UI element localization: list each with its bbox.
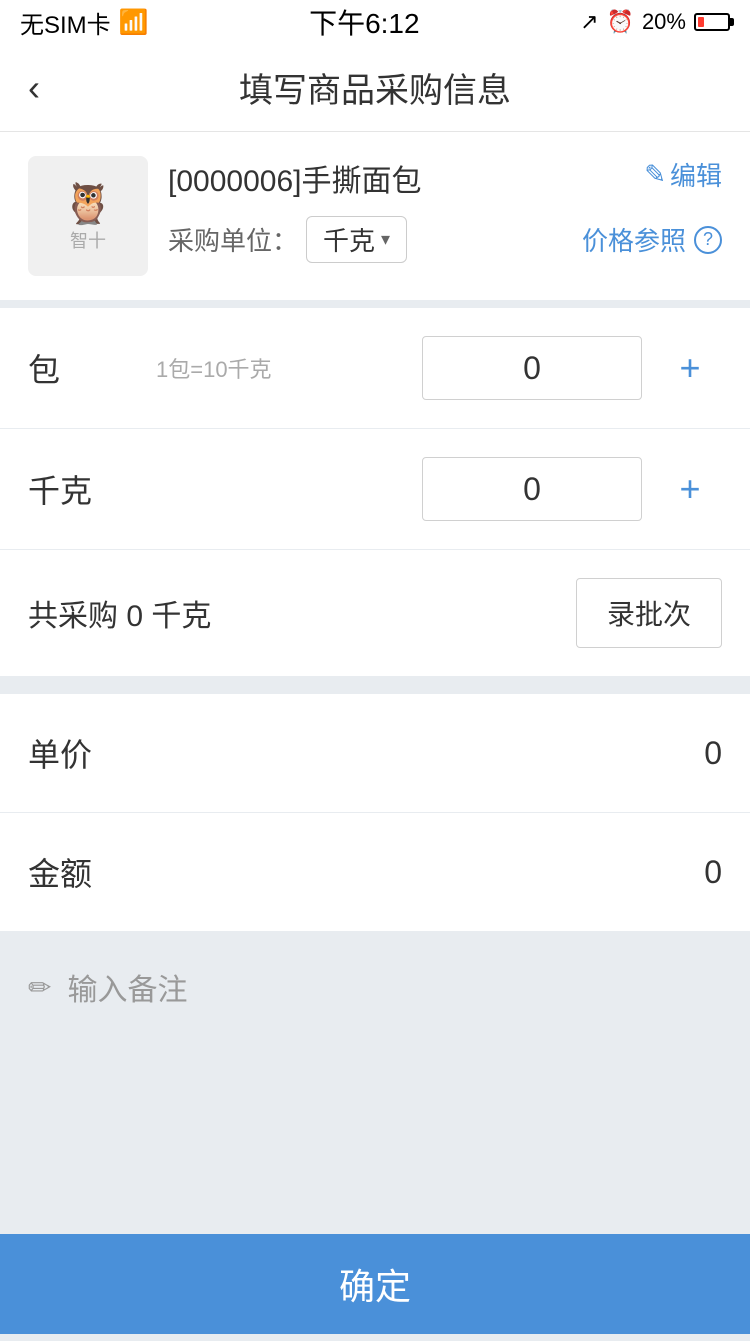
- status-time: 下午6:12: [309, 2, 420, 42]
- product-id: [0000006]: [168, 165, 301, 198]
- price-ref-button[interactable]: 价格参照 ?: [582, 221, 722, 258]
- confirm-bar[interactable]: 确定: [0, 1234, 750, 1334]
- amount-value: 0: [704, 854, 722, 891]
- kg-row: 千克 +: [0, 429, 750, 550]
- info-section: 单价 0 金额 0: [0, 694, 750, 931]
- price-ref-icon: ?: [694, 226, 722, 254]
- product-image-placeholder: 🦉 智十: [48, 176, 128, 256]
- status-right: ↗ ⏰ 20%: [580, 9, 730, 35]
- record-batch-button[interactable]: 录批次: [576, 578, 722, 648]
- brand-text: 智十: [70, 227, 106, 253]
- edit-label: 编辑: [670, 156, 722, 193]
- bao-label: 包: [28, 345, 148, 391]
- unit-selector-group: 采购单位： 千克 ▾: [168, 216, 407, 263]
- unit-price-value: 0: [704, 735, 722, 772]
- bao-row: 包 1包=10千克 +: [0, 308, 750, 429]
- amount-label: 金额: [28, 849, 92, 895]
- unit-price-row: 单价 0: [0, 694, 750, 813]
- alarm-icon: ⏰: [607, 9, 634, 35]
- product-title: 手撕面包: [301, 165, 421, 198]
- content-spacer: [0, 1041, 750, 1241]
- page-title: 填写商品采购信息: [239, 63, 511, 112]
- quantity-section: 包 1包=10千克 + 千克 + 共采购 0 千克 录批次: [0, 308, 750, 676]
- kg-input[interactable]: [422, 457, 642, 521]
- total-unit: 千克: [151, 600, 211, 633]
- main-content: 🦉 智十 [0000006]手撕面包 ✎ 编辑 采购单位： 千克: [0, 132, 750, 1341]
- price-ref-label: 价格参照: [582, 221, 686, 258]
- unit-dropdown-arrow: ▾: [381, 229, 390, 250]
- section-divider-1: [0, 678, 750, 694]
- pencil-icon: ✏: [28, 971, 51, 1004]
- notes-placeholder: 输入备注: [67, 965, 187, 1009]
- owl-icon: 🦉: [63, 180, 113, 227]
- nav-bar: ‹ 填写商品采购信息: [0, 44, 750, 132]
- product-header: [0000006]手撕面包 ✎ 编辑: [168, 156, 722, 200]
- edit-icon: ✎: [644, 159, 666, 190]
- battery-icon: [694, 13, 730, 31]
- total-prefix: 共采购: [28, 600, 118, 633]
- carrier-label: 无SIM卡: [20, 5, 111, 40]
- wifi-icon: 📶: [119, 8, 149, 37]
- bao-input-area: +: [272, 336, 722, 400]
- product-name: [0000006]手撕面包: [168, 156, 421, 200]
- total-text: 共采购 0 千克: [28, 591, 211, 635]
- total-amount: 0: [126, 600, 151, 633]
- notes-section[interactable]: ✏ 输入备注: [0, 933, 750, 1041]
- bao-sublabel: 1包=10千克: [156, 352, 272, 384]
- product-info: [0000006]手撕面包 ✎ 编辑 采购单位： 千克 ▾ 价格参照: [168, 156, 722, 263]
- product-unit-row: 采购单位： 千克 ▾ 价格参照 ?: [168, 216, 722, 263]
- product-card: 🦉 智十 [0000006]手撕面包 ✎ 编辑 采购单位： 千克: [0, 132, 750, 308]
- kg-input-area: +: [148, 457, 722, 521]
- status-left: 无SIM卡 📶: [20, 5, 149, 40]
- unit-value: 千克: [323, 221, 375, 258]
- unit-price-label: 单价: [28, 730, 92, 776]
- kg-label: 千克: [28, 466, 148, 512]
- battery-pct: 20%: [642, 9, 686, 35]
- product-image: 🦉 智十: [28, 156, 148, 276]
- bao-input[interactable]: [422, 336, 642, 400]
- unit-select[interactable]: 千克 ▾: [306, 216, 407, 263]
- unit-label: 采购单位：: [168, 221, 298, 258]
- amount-row: 金额 0: [0, 813, 750, 931]
- edit-button[interactable]: ✎ 编辑: [644, 156, 722, 193]
- status-bar: 无SIM卡 📶 下午6:12 ↗ ⏰ 20%: [0, 0, 750, 44]
- location-icon: ↗: [580, 9, 598, 35]
- back-button[interactable]: ‹: [28, 67, 40, 109]
- total-row: 共采购 0 千克 录批次: [0, 550, 750, 676]
- confirm-button-label: 确定: [339, 1258, 411, 1310]
- kg-plus-button[interactable]: +: [658, 457, 722, 521]
- battery-fill: [698, 17, 704, 27]
- bao-plus-button[interactable]: +: [658, 336, 722, 400]
